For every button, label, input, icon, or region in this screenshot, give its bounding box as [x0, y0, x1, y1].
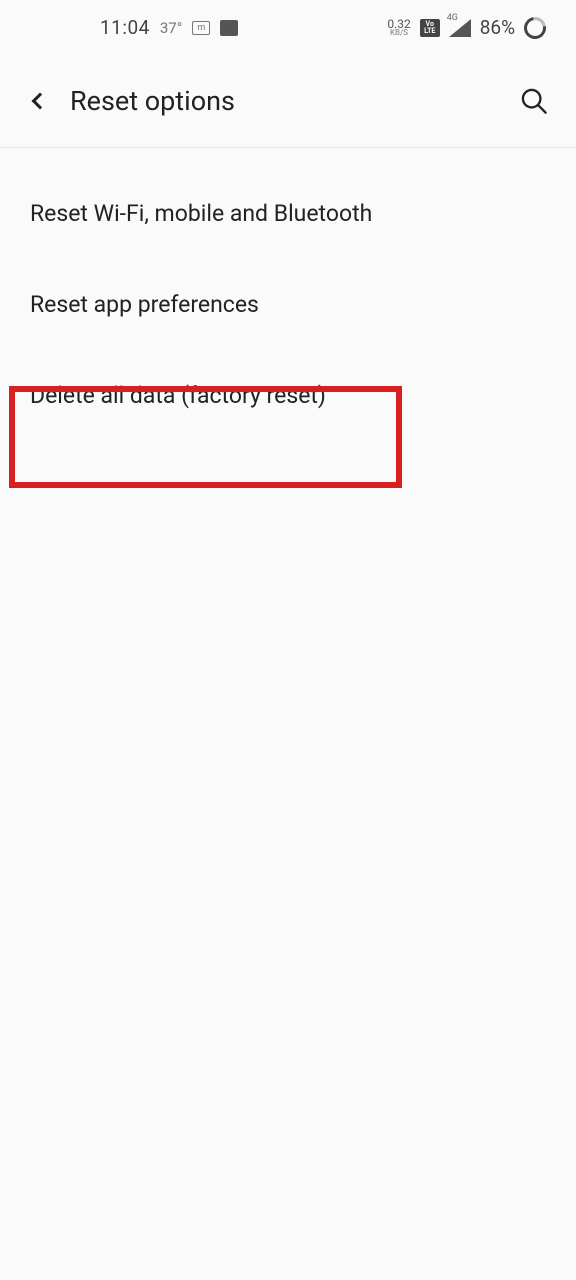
volte-icon: Vo LTE	[420, 19, 440, 37]
battery-ring-icon	[520, 12, 551, 43]
option-label: Reset Wi-Fi, mobile and Bluetooth	[30, 200, 372, 227]
status-right: 0.32 KB/S Vo LTE 4G 86%	[387, 16, 546, 39]
options-list: Reset Wi-Fi, mobile and Bluetooth Reset …	[0, 148, 576, 441]
search-button[interactable]	[520, 87, 548, 115]
signal-icon: 4G	[449, 19, 471, 37]
option-reset-wifi[interactable]: Reset Wi-Fi, mobile and Bluetooth	[0, 168, 576, 259]
app-header: Reset options	[0, 55, 576, 148]
option-label: Reset app preferences	[30, 291, 259, 318]
page-title: Reset options	[70, 85, 520, 117]
option-factory-reset[interactable]: Delete all data (factory reset)	[0, 350, 576, 441]
network-speed: 0.32 KB/S	[387, 19, 410, 37]
battery-percent: 86%	[480, 16, 515, 39]
m-icon: m	[192, 21, 210, 35]
search-icon	[520, 87, 548, 115]
kbs-label: KB/S	[390, 29, 408, 36]
option-label: Delete all data (factory reset)	[30, 382, 326, 409]
status-bar: 11:04 37° m 0.32 KB/S Vo LTE 4G 86%	[0, 0, 576, 55]
status-temperature: 37°	[160, 19, 182, 37]
status-time: 11:04	[100, 16, 150, 39]
picture-icon	[220, 20, 238, 36]
option-reset-app-prefs[interactable]: Reset app preferences	[0, 259, 576, 350]
chevron-left-icon	[32, 93, 49, 110]
status-left: 11:04 37° m	[100, 16, 238, 39]
back-button[interactable]	[28, 89, 52, 113]
